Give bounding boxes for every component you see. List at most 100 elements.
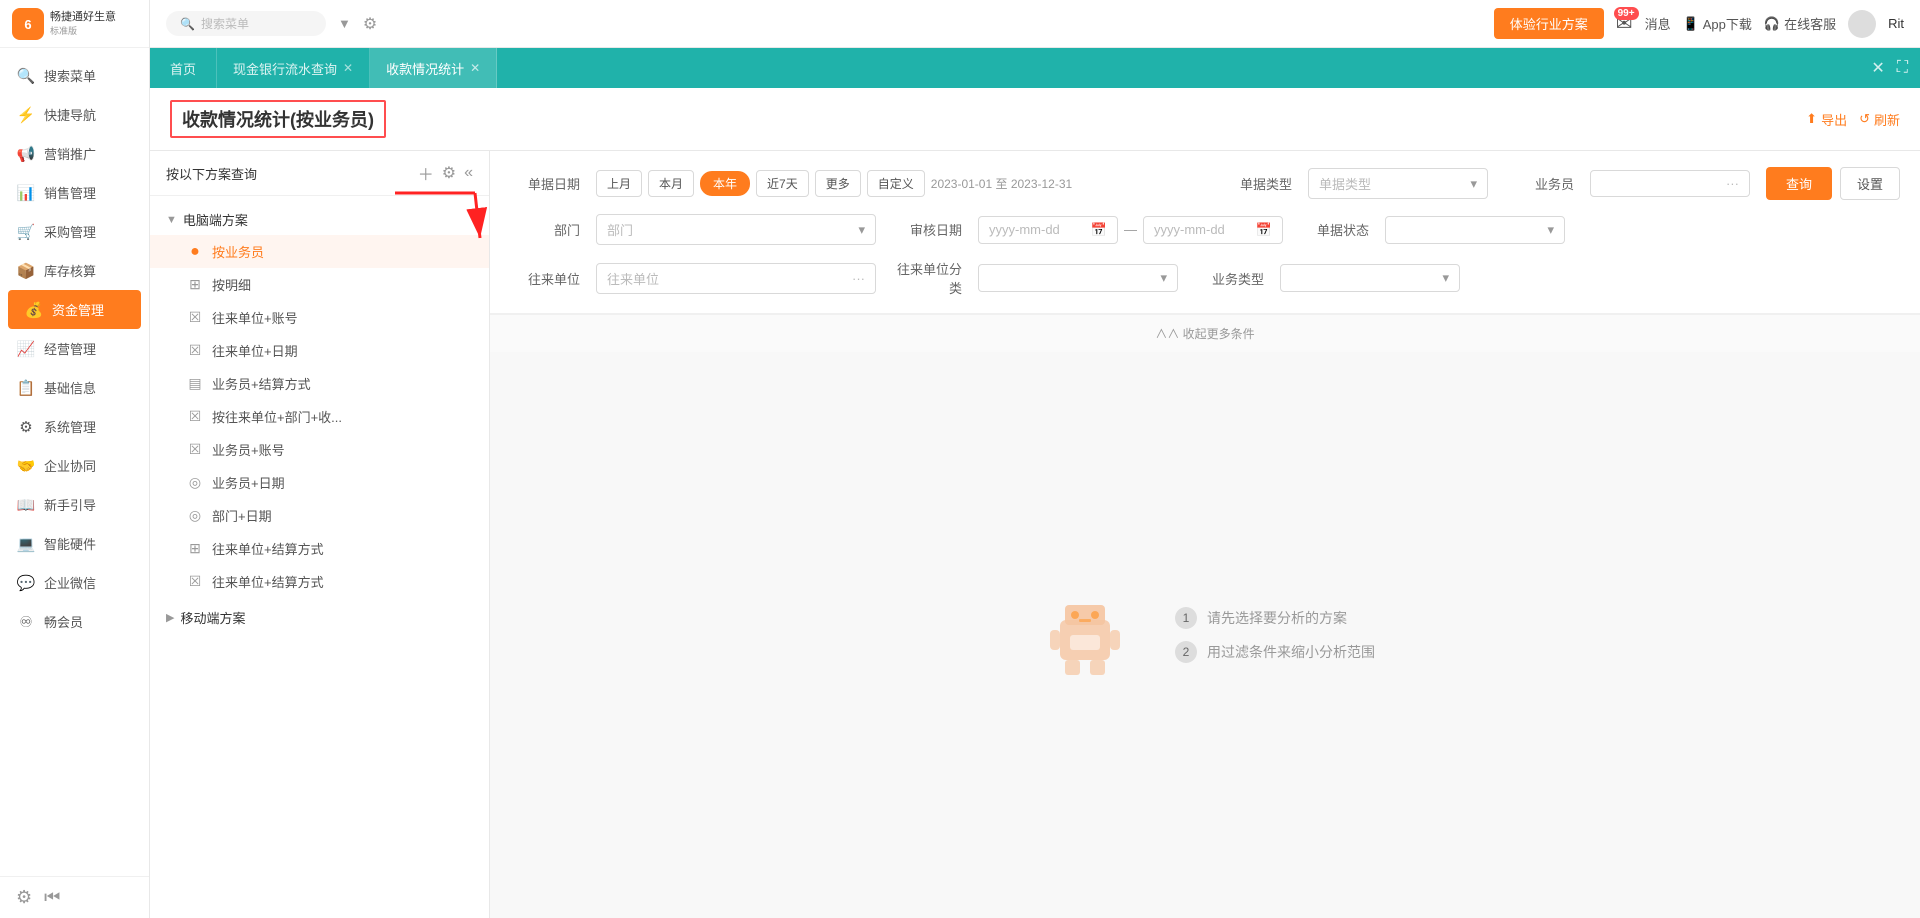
tree-item-party-account[interactable]: ☒ 往来单位+账号 bbox=[150, 301, 489, 334]
tree-item-salesperson-date[interactable]: ◎ 业务员+日期 bbox=[150, 466, 489, 499]
sidebar-item-purchase[interactable]: 🛒 采购管理 bbox=[0, 212, 149, 251]
date-btn-more[interactable]: 更多 bbox=[815, 170, 861, 197]
marketing-nav-icon: 📢 bbox=[16, 145, 36, 163]
filter-actions: 查询 设置 bbox=[1766, 167, 1900, 200]
tree-item-party-settlement1[interactable]: ⊞ 往来单位+结算方式 bbox=[150, 532, 489, 565]
content-body: 按以下方案查询 ＋ ⚙ « ▼ 电脑端方案 ● 按业务员 bbox=[150, 151, 1920, 918]
tree-item-salesperson-payment-label: 业务员+结算方式 bbox=[212, 374, 311, 393]
sidebar-item-operation[interactable]: 📈 经营管理 bbox=[0, 329, 149, 368]
salesperson-date-icon: ◎ bbox=[186, 474, 204, 491]
tab-collection[interactable]: 收款情况统计 ✕ bbox=[370, 48, 497, 88]
date-btn-this-year[interactable]: 本年 bbox=[700, 171, 750, 196]
cashflow-tab-close-icon[interactable]: ✕ bbox=[343, 61, 353, 75]
tree-item-dept-date[interactable]: ◎ 部门+日期 bbox=[150, 499, 489, 532]
tab-close-all-icon[interactable]: ✕ bbox=[1871, 58, 1884, 78]
app-download-button[interactable]: 📱 App下载 bbox=[1683, 14, 1752, 33]
tree-item-by-salesperson[interactable]: ● 按业务员 bbox=[150, 235, 489, 268]
counterpart-more-icon[interactable]: ··· bbox=[852, 271, 865, 286]
panel-header: 按以下方案查询 ＋ ⚙ « bbox=[150, 151, 489, 196]
sidebar-item-quick-label: 快捷导航 bbox=[44, 105, 96, 124]
salesperson-select[interactable]: ··· bbox=[1590, 170, 1750, 197]
sidebar-item-hardware[interactable]: 💻 智能硬件 bbox=[0, 524, 149, 563]
collection-tab-close-icon[interactable]: ✕ bbox=[470, 61, 480, 75]
sidebar-item-marketing[interactable]: 📢 营销推广 bbox=[0, 134, 149, 173]
tab-home[interactable]: 首页 bbox=[150, 48, 217, 88]
tree-mobile-expand-icon: ▶ bbox=[166, 611, 174, 624]
sidebar-item-guide[interactable]: 📖 新手引导 bbox=[0, 485, 149, 524]
sidebar-item-member[interactable]: ♾ 畅会员 bbox=[0, 602, 149, 641]
sidebar-item-quick[interactable]: ⚡ 快捷导航 bbox=[0, 95, 149, 134]
refresh-button[interactable]: ↺ 刷新 bbox=[1859, 110, 1900, 129]
topbar: 🔍 搜索菜单 ▼ ⚙ 体验行业方案 ✉ 99+ 消息 📱 App下载 🎧 在线客… bbox=[150, 0, 1920, 48]
user-avatar[interactable] bbox=[1848, 10, 1876, 38]
counterpart-select[interactable]: 往来单位 ··· bbox=[596, 263, 876, 294]
tree-group-mobile: ▶ 移动端方案 bbox=[150, 602, 489, 633]
dept-select[interactable]: 部门 ▾ bbox=[596, 214, 876, 245]
counterpart-value: 往来单位 bbox=[607, 269, 659, 288]
tree-item-salesperson-account-label: 业务员+账号 bbox=[212, 440, 285, 459]
tree-group-mobile-header[interactable]: ▶ 移动端方案 bbox=[150, 602, 489, 633]
tab-cashflow[interactable]: 现金银行流水查询 ✕ bbox=[217, 48, 370, 88]
sidebar-item-finance[interactable]: 💰 资金管理 bbox=[8, 290, 141, 329]
refresh-icon: ↺ bbox=[1859, 111, 1870, 127]
business-type-select[interactable]: ▾ bbox=[1280, 264, 1460, 292]
tree-item-party-dept[interactable]: ☒ 按往来单位+部门+收... bbox=[150, 400, 489, 433]
tree-group-desktop-header[interactable]: ▼ 电脑端方案 bbox=[150, 204, 489, 235]
sidebar-item-inventory[interactable]: 📦 库存核算 bbox=[0, 251, 149, 290]
tree-item-party-date[interactable]: ☒ 往来单位+日期 bbox=[150, 334, 489, 367]
online-service-button[interactable]: 🎧 在线客服 bbox=[1764, 14, 1836, 33]
counterpart-category-select[interactable]: ▾ bbox=[978, 264, 1178, 292]
tree-item-detail[interactable]: ⊞ 按明细 bbox=[150, 268, 489, 301]
topbar-search-icon: 🔍 bbox=[180, 17, 195, 31]
settings-icon[interactable]: ⚙ bbox=[16, 887, 32, 908]
tree-item-salesperson-account[interactable]: ☒ 业务员+账号 bbox=[150, 433, 489, 466]
empty-content: 1 请先选择要分析的方案 2 用过滤条件来缩小分析范围 bbox=[1035, 585, 1375, 685]
date-filter-label: 单据日期 bbox=[510, 174, 580, 193]
basic-nav-icon: 📋 bbox=[16, 379, 36, 397]
query-button[interactable]: 查询 bbox=[1766, 167, 1832, 200]
sidebar-item-basic[interactable]: 📋 基础信息 bbox=[0, 368, 149, 407]
trial-industry-button[interactable]: 体验行业方案 bbox=[1494, 8, 1604, 39]
page-title: 收款情况统计(按业务员) bbox=[170, 100, 386, 138]
scheme-settings-icon[interactable]: ⚙ bbox=[442, 163, 456, 183]
sidebar-item-sales[interactable]: 📊 销售管理 bbox=[0, 173, 149, 212]
date-btn-custom[interactable]: 自定义 bbox=[867, 170, 925, 197]
date-btn-this-month[interactable]: 本月 bbox=[648, 170, 694, 197]
sidebar-item-search[interactable]: 🔍 搜索菜单 bbox=[0, 56, 149, 95]
dept-value: 部门 bbox=[607, 220, 633, 239]
collapse-bar[interactable]: ∧∧ 收起更多条件 bbox=[490, 314, 1920, 352]
topbar-search-box[interactable]: 🔍 搜索菜单 bbox=[166, 11, 326, 36]
doc-type-label: 单据类型 bbox=[1222, 174, 1292, 193]
topbar-dropdown-icon[interactable]: ▼ bbox=[338, 16, 351, 31]
sidebar-item-basic-label: 基础信息 bbox=[44, 378, 96, 397]
sidebar-item-collab[interactable]: 🤝 企业协同 bbox=[0, 446, 149, 485]
empty-step-1: 1 请先选择要分析的方案 bbox=[1175, 607, 1375, 629]
wechat-nav-icon: 💬 bbox=[16, 574, 36, 592]
date-range-display: 2023-01-01 至 2023-12-31 bbox=[931, 175, 1072, 192]
tree-item-detail-label: 按明细 bbox=[212, 275, 251, 294]
step-1-text: 请先选择要分析的方案 bbox=[1207, 608, 1347, 628]
party-settlement1-icon: ⊞ bbox=[186, 540, 204, 557]
add-scheme-button[interactable]: ＋ bbox=[418, 161, 434, 185]
business-type-chevron-icon: ▾ bbox=[1442, 270, 1449, 286]
tree-item-salesperson-payment[interactable]: ▤ 业务员+结算方式 bbox=[150, 367, 489, 400]
export-button[interactable]: ⬆ 导出 bbox=[1806, 110, 1847, 129]
collapse-panel-icon[interactable]: « bbox=[464, 164, 473, 182]
tab-fullscreen-icon[interactable]: ⛶ bbox=[1897, 59, 1908, 77]
sidebar-item-system[interactable]: ⚙ 系统管理 bbox=[0, 407, 149, 446]
app-name: 畅捷通好生意 bbox=[50, 10, 116, 24]
collapse-icon[interactable]: ⏮ bbox=[44, 887, 60, 908]
date-btn-last-month[interactable]: 上月 bbox=[596, 170, 642, 197]
sidebar-item-wechat[interactable]: 💬 企业微信 bbox=[0, 563, 149, 602]
review-date-start[interactable]: yyyy-mm-dd 📅 bbox=[978, 216, 1118, 244]
review-date-end[interactable]: yyyy-mm-dd 📅 bbox=[1143, 216, 1283, 244]
setting-button[interactable]: 设置 bbox=[1840, 167, 1900, 200]
doc-status-select[interactable]: ▾ bbox=[1385, 216, 1565, 244]
tree-group-desktop: ▼ 电脑端方案 ● 按业务员 ⊞ 按明细 ☒ 往 bbox=[150, 204, 489, 598]
message-button[interactable]: ✉ 99+ bbox=[1616, 11, 1633, 36]
tree-item-dept-date-label: 部门+日期 bbox=[212, 506, 272, 525]
date-btn-7days[interactable]: 近7天 bbox=[756, 170, 809, 197]
topbar-gear-icon[interactable]: ⚙ bbox=[363, 14, 377, 34]
doc-type-select[interactable]: 单据类型 ▾ bbox=[1308, 168, 1488, 199]
tree-item-party-settlement2[interactable]: ☒ 往来单位+结算方式 bbox=[150, 565, 489, 598]
